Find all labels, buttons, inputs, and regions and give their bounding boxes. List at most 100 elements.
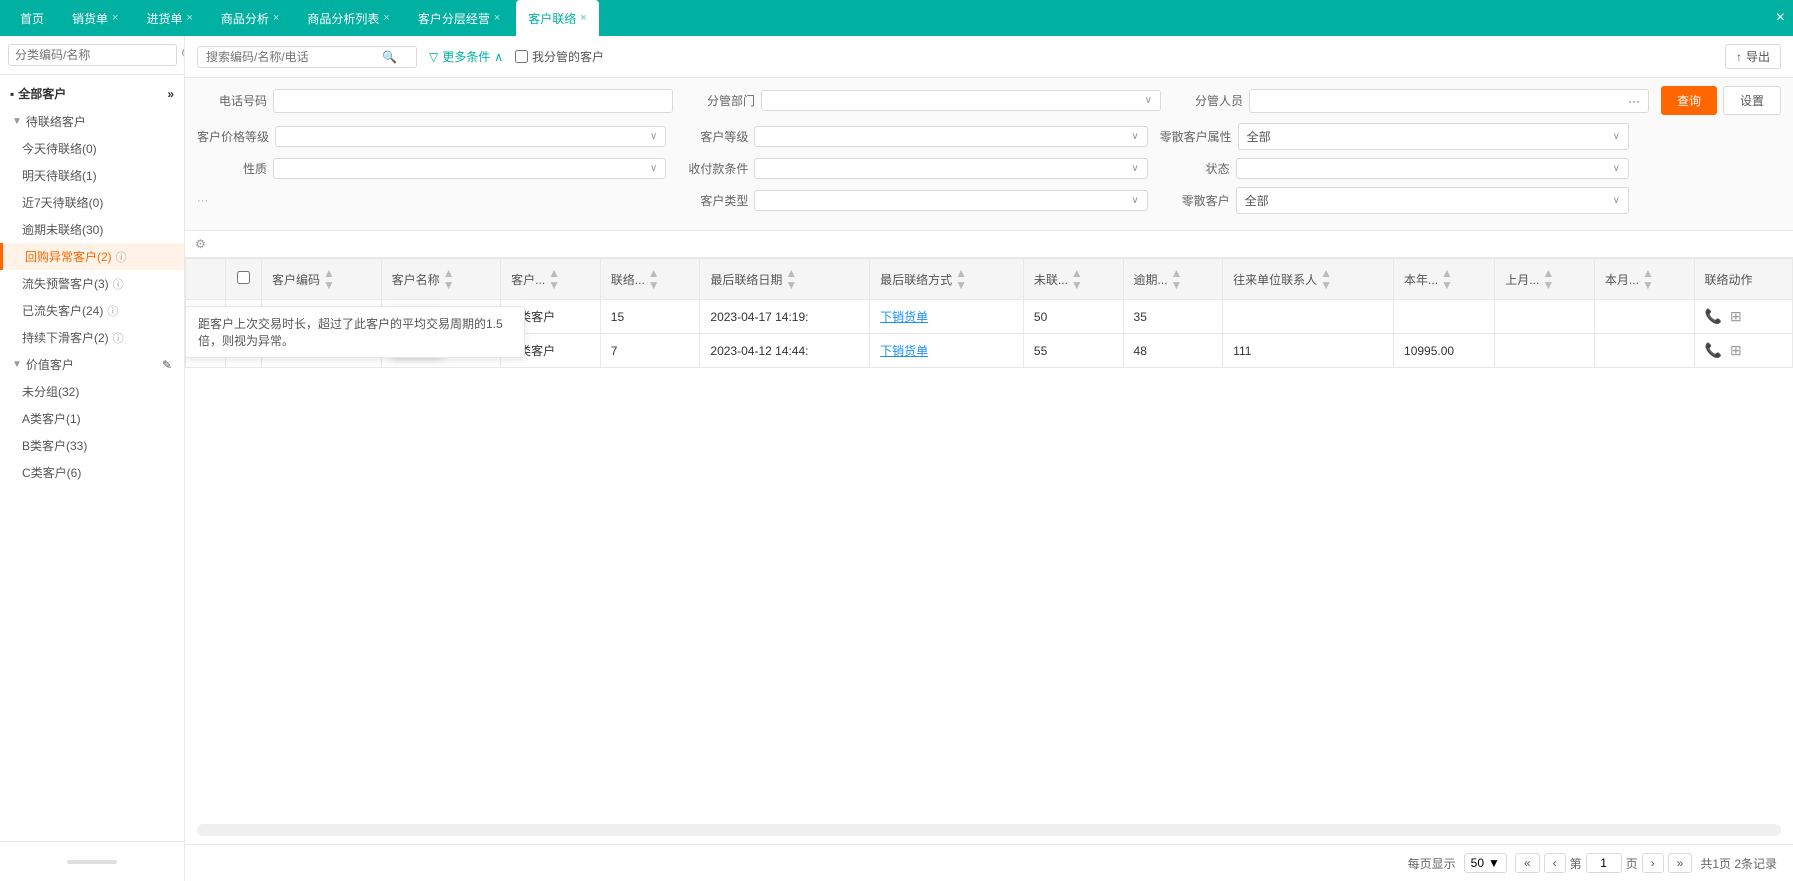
content-area: 🔍 ▽ 更多条件 ∧ 我分管的客户 ↑ 导出: [185, 36, 1793, 881]
table-settings-icon[interactable]: ⚙: [195, 237, 206, 251]
dept-select[interactable]: ∨: [761, 90, 1161, 111]
last-page-button[interactable]: »: [1668, 853, 1693, 873]
filter-more-placeholder: ···: [197, 195, 666, 207]
nav-customer-segmentation[interactable]: 客户分层经营 ×: [406, 0, 512, 36]
prev-page-button[interactable]: ‹: [1544, 853, 1566, 873]
retail-attr-select[interactable]: 全部 ∨: [1238, 123, 1629, 150]
customer-type-label: 客户类型: [678, 192, 748, 209]
horizontal-scrollbar[interactable]: [197, 824, 1781, 836]
chevron-down-icon: ∨: [1613, 131, 1620, 142]
last-contact-method-cell: 下销货单: [870, 300, 1024, 334]
col-customer-code[interactable]: 客户编码 ▲▼: [262, 259, 382, 300]
customer-level-select[interactable]: ∨: [754, 126, 1147, 147]
close-product-list-icon[interactable]: ×: [383, 12, 389, 24]
search-icon[interactable]: 🔍: [382, 50, 397, 64]
retail-customer-select[interactable]: 全部 ∨: [1236, 187, 1629, 214]
more-filter-button[interactable]: ▽ 更多条件 ∧: [429, 48, 503, 65]
person-select[interactable]: ···: [1249, 89, 1649, 113]
col-customer-type[interactable]: 客户... ▲▼: [501, 259, 601, 300]
sidebar-item-churned[interactable]: 已流失客户(24) ⓘ: [0, 297, 184, 324]
col-label: 逾期...: [1134, 271, 1168, 288]
chevron-down-icon: ∨: [1613, 163, 1620, 174]
close-product-analysis-icon[interactable]: ×: [273, 12, 279, 24]
customer-type-select[interactable]: ∨: [754, 190, 1147, 211]
sidebar-search-icon[interactable]: 🔍: [181, 48, 185, 62]
my-customers-check[interactable]: [515, 50, 528, 63]
col-uncontacted[interactable]: 未联... ▲▼: [1023, 259, 1123, 300]
last-contact-date-cell: 2023-04-17 14:19:: [700, 300, 870, 334]
gender-select[interactable]: ∨: [273, 158, 666, 179]
sidebar-item-overdue-contact[interactable]: 逾期未联络(30): [0, 216, 184, 243]
col-last-contact-date[interactable]: 最后联络日期 ▲▼: [700, 259, 870, 300]
next-page-button[interactable]: ›: [1642, 853, 1664, 873]
nav-product-analysis[interactable]: 商品分析 ×: [209, 0, 291, 36]
nav-home[interactable]: 首页: [8, 0, 56, 36]
sidebar-all-customers[interactable]: ▪ 全部客户 »: [0, 79, 184, 108]
close-contact-icon[interactable]: ×: [580, 12, 586, 24]
col-contact-count[interactable]: 联络... ▲▼: [600, 259, 700, 300]
filter-price-level: 客户价格等级 ∨: [197, 126, 666, 147]
grid-action-icon[interactable]: ⊞: [1730, 342, 1742, 359]
col-checkbox: [226, 259, 262, 300]
first-page-button[interactable]: «: [1515, 853, 1540, 873]
per-page-select[interactable]: 50 ▼: [1464, 853, 1507, 873]
col-unit-contact[interactable]: 往来单位联系人 ▲▼: [1223, 259, 1394, 300]
payment-select[interactable]: ∨: [754, 158, 1147, 179]
nav-product-analysis-list[interactable]: 商品分析列表 ×: [295, 0, 401, 36]
my-customers-checkbox[interactable]: 我分管的客户: [515, 48, 604, 65]
col-last-contact-method[interactable]: 最后联络方式 ▲▼: [870, 259, 1024, 300]
sidebar-pending-contact-group[interactable]: ▼ 待联络客户: [0, 108, 184, 135]
phone-input[interactable]: [273, 89, 673, 113]
close-purchase-order-icon[interactable]: ×: [186, 12, 192, 24]
phone-action-icon[interactable]: 📞: [1705, 342, 1722, 359]
category-search-input[interactable]: [8, 44, 177, 66]
close-sales-order-icon[interactable]: ×: [112, 12, 118, 24]
col-overdue[interactable]: 逾期... ▲▼: [1123, 259, 1223, 300]
nav-sales-order[interactable]: 销货单 ×: [60, 0, 130, 36]
query-button[interactable]: 查询: [1661, 86, 1717, 115]
sidebar-item-declining[interactable]: 持续下滑客户(2) ⓘ: [0, 324, 184, 351]
sidebar-item-7day-contact[interactable]: 近7天待联络(0): [0, 189, 184, 216]
search-input[interactable]: [206, 50, 376, 64]
sidebar-item-repurchase-abnormal[interactable]: 回购异常客户(2) ⓘ: [0, 243, 184, 270]
edit-icon[interactable]: ✎: [162, 358, 172, 372]
info-icon: ⓘ: [113, 330, 124, 346]
page-label-before: 第: [1570, 855, 1582, 872]
col-customer-name[interactable]: 客户名称 ▲▼: [381, 259, 501, 300]
sidebar-item-b-class[interactable]: B类客户(33): [0, 432, 184, 459]
phone-action-icon[interactable]: 📞: [1705, 308, 1722, 325]
nav-purchase-order[interactable]: 进货单 ×: [134, 0, 204, 36]
sidebar-body: ▪ 全部客户 » ▼ 待联络客户 今天待联络(0) 明天待联络(1) 近7天待联…: [0, 75, 184, 841]
grid-action-icon[interactable]: ⊞: [1730, 308, 1742, 325]
col-last-month[interactable]: 上月... ▲▼: [1495, 259, 1595, 300]
uncontacted-cell: 50: [1023, 300, 1123, 334]
info-icon: ⓘ: [107, 303, 118, 319]
select-all-checkbox[interactable]: [237, 271, 250, 284]
sidebar-value-customer-group[interactable]: ▼ 价值客户 ✎: [0, 351, 184, 378]
price-level-select[interactable]: ∨: [275, 126, 666, 147]
page-number-input[interactable]: [1586, 853, 1622, 873]
export-button[interactable]: ↑ 导出: [1725, 44, 1781, 69]
contact-method-link[interactable]: 下销货单: [880, 344, 928, 358]
filter-gender: 性质 ∨: [197, 158, 666, 179]
sidebar-item-churn-warning[interactable]: 流失预警客户(3) ⓘ: [0, 270, 184, 297]
filter-row-2: 客户价格等级 ∨ 客户等级 ∨ 零散客户属性 全部: [197, 123, 1781, 150]
settings-button[interactable]: 设置: [1723, 86, 1781, 115]
sidebar-item-c-class[interactable]: C类客户(6): [0, 459, 184, 486]
sidebar-item-today-contact[interactable]: 今天待联络(0): [0, 135, 184, 162]
col-this-month[interactable]: 本月... ▲▼: [1594, 259, 1694, 300]
sidebar-item-a-class[interactable]: A类客户(1): [0, 405, 184, 432]
status-select[interactable]: ∨: [1236, 158, 1629, 179]
window-close-button[interactable]: ×: [1776, 9, 1785, 27]
col-this-year[interactable]: 本年... ▲▼: [1394, 259, 1495, 300]
sidebar-item-tomorrow-contact[interactable]: 明天待联络(1): [0, 162, 184, 189]
sidebar-item-ungrouped[interactable]: 未分组(32): [0, 378, 184, 405]
info-icon: ⓘ: [116, 249, 127, 265]
nav-customer-contact[interactable]: 客户联络 ×: [516, 0, 598, 36]
sidebar-item-label: 持续下滑客户(2) ⓘ: [22, 329, 124, 346]
contact-method-link[interactable]: 下销货单: [880, 310, 928, 324]
close-segmentation-icon[interactable]: ×: [494, 12, 500, 24]
col-label: 客户编码: [272, 271, 320, 288]
sidebar-collapse-icon[interactable]: »: [167, 87, 174, 101]
more-options-icon[interactable]: ···: [197, 195, 208, 207]
